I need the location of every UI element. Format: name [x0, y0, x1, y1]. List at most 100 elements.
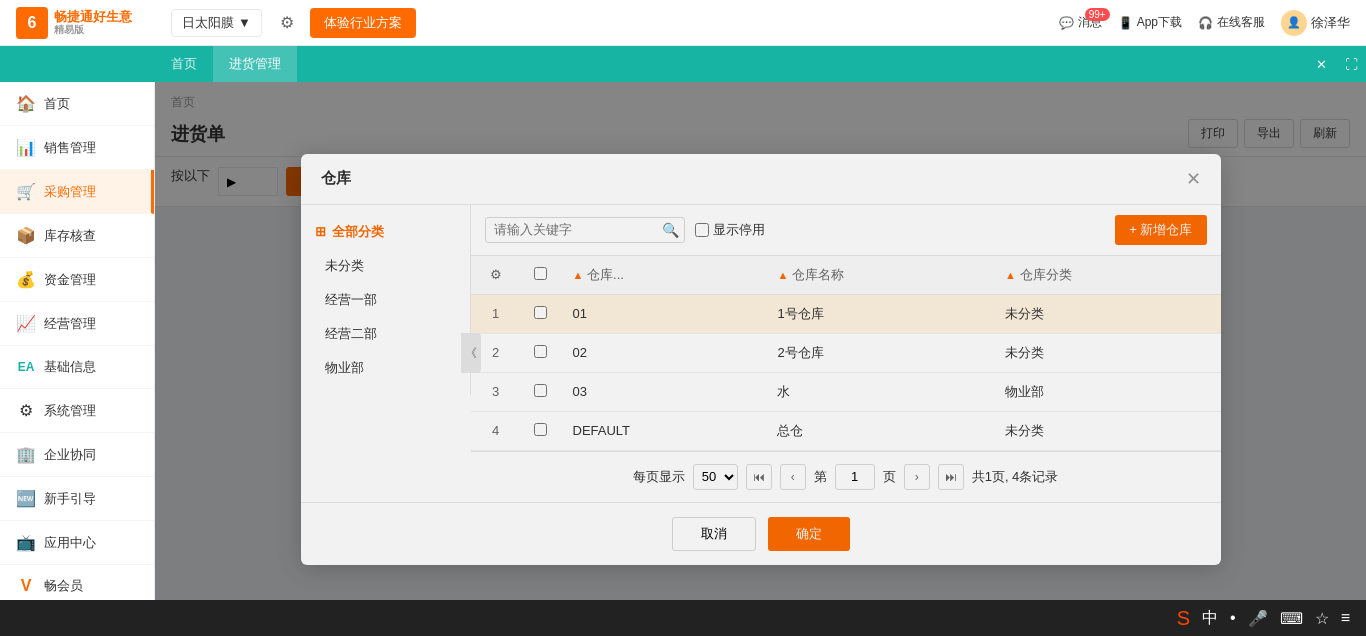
brand-sub: 精易版 [54, 24, 132, 36]
row-name: 1号仓库 [765, 294, 993, 333]
trial-btn[interactable]: 体验行业方案 [310, 8, 416, 38]
sort-icon-category: ▲ [1005, 269, 1016, 281]
row-name: 水 [765, 372, 993, 411]
bottom-logo-icon: S [1177, 607, 1190, 630]
row-category: 未分类 [993, 411, 1221, 450]
bottom-star-icon[interactable]: ☆ [1315, 609, 1329, 628]
sidebar-item-sales[interactable]: 📊 销售管理 [0, 126, 154, 170]
row-category: 物业部 [993, 372, 1221, 411]
avatar: 👤 [1281, 10, 1307, 36]
sidebar-item-purchase[interactable]: 🛒 采购管理 [0, 170, 154, 214]
sidebar-item-home[interactable]: 🏠 首页 [0, 82, 154, 126]
category-header: ⊞ 全部分类 [301, 215, 470, 249]
sidebar-item-inventory[interactable]: 📦 库存核查 [0, 214, 154, 258]
warehouse-table: ⚙ ▲ 仓库... ▲ 仓库名称 [471, 256, 1221, 451]
bottom-icon-1[interactable]: 中 [1202, 608, 1218, 629]
row-checkbox [521, 411, 561, 450]
page-size-select[interactable]: 50 [693, 464, 738, 490]
apps-icon: 📺 [16, 533, 36, 552]
col-settings[interactable]: ⚙ [471, 256, 521, 295]
row-category: 未分类 [993, 333, 1221, 372]
main-layout: 🏠 首页 📊 销售管理 🛒 采购管理 📦 库存核查 💰 资金管理 📈 经营管理 … [0, 82, 1366, 636]
row-select-checkbox[interactable] [534, 423, 547, 436]
bottom-icon-2[interactable]: • [1230, 609, 1236, 627]
collapse-sidebar-btn[interactable]: 《 [461, 333, 481, 373]
nav-close-icon[interactable]: ✕ [1306, 57, 1337, 72]
row-num: 3 [471, 372, 521, 411]
tab-purchase[interactable]: 进货管理 [213, 46, 297, 82]
headset-icon: 🎧 [1198, 16, 1213, 30]
show-disabled-label[interactable]: 显示停用 [695, 221, 765, 239]
category-item-unclassified[interactable]: 未分类 [301, 249, 470, 283]
table-row[interactable]: 4 DEFAULT 总仓 未分类 [471, 411, 1221, 450]
sidebar-item-basic-info[interactable]: EA 基础信息 [0, 346, 154, 389]
show-disabled-checkbox[interactable] [695, 223, 709, 237]
sidebar-item-operations[interactable]: 📈 经营管理 [0, 302, 154, 346]
confirm-btn[interactable]: 确定 [768, 517, 850, 551]
table-body: 1 01 1号仓库 未分类 2 02 [471, 294, 1221, 450]
select-all-checkbox[interactable] [534, 267, 547, 280]
prev-page-btn[interactable]: ‹ [780, 464, 806, 490]
service-btn[interactable]: 🎧 在线客服 [1198, 14, 1265, 31]
header-right: 💬 消息 99+ 📱 App下载 🎧 在线客服 👤 徐泽华 [1059, 10, 1350, 36]
col-code[interactable]: ▲ 仓库... [561, 256, 766, 295]
app-download-btn[interactable]: 📱 App下载 [1118, 14, 1182, 31]
table-area: 🔍 显示停用 + 新增仓库 [471, 205, 1221, 502]
modal-close-icon[interactable]: ✕ [1186, 168, 1201, 190]
table-row[interactable]: 2 02 2号仓库 未分类 [471, 333, 1221, 372]
table-toolbar: 🔍 显示停用 + 新增仓库 [471, 205, 1221, 256]
row-select-checkbox[interactable] [534, 384, 547, 397]
bottom-keyboard-icon[interactable]: ⌨ [1280, 609, 1303, 628]
sidebar-item-system[interactable]: ⚙ 系统管理 [0, 389, 154, 433]
row-code: 01 [561, 294, 766, 333]
row-select-checkbox[interactable] [534, 345, 547, 358]
message-btn[interactable]: 💬 消息 99+ [1059, 14, 1102, 31]
sidebar-item-apps[interactable]: 📺 应用中心 [0, 521, 154, 565]
guide-icon: 🆕 [16, 489, 36, 508]
tab-home[interactable]: 首页 [155, 46, 213, 82]
message-icon: 💬 [1059, 16, 1074, 30]
user-menu[interactable]: 👤 徐泽华 [1281, 10, 1350, 36]
next-page-btn[interactable]: › [904, 464, 930, 490]
table-row[interactable]: 1 01 1号仓库 未分类 [471, 294, 1221, 333]
row-checkbox [521, 294, 561, 333]
category-sidebar-wrapper: ⊞ 全部分类 未分类 经营一部 经营二部 物业部 《 [301, 205, 471, 502]
store-selector[interactable]: 日太阳膜 ▼ [171, 9, 262, 37]
secondary-nav: 首页 进货管理 ✕ ⛶ [0, 46, 1366, 82]
row-category: 未分类 [993, 294, 1221, 333]
last-page-btn[interactable]: ⏭ [938, 464, 964, 490]
row-name: 总仓 [765, 411, 993, 450]
row-select-checkbox[interactable] [534, 306, 547, 319]
search-box: 🔍 [485, 217, 685, 243]
settings-icon[interactable]: ⚙ [272, 8, 302, 38]
page-number-input[interactable] [835, 464, 875, 490]
warehouse-modal: 仓库 ✕ ⊞ 全部分类 未分类 经营一部 经营 [301, 154, 1221, 565]
category-item-dept2[interactable]: 经营二部 [301, 317, 470, 351]
add-warehouse-btn[interactable]: + 新增仓库 [1115, 215, 1206, 245]
col-category[interactable]: ▲ 仓库分类 [993, 256, 1221, 295]
nav-expand-icon[interactable]: ⛶ [1337, 57, 1366, 72]
category-item-dept1[interactable]: 经营一部 [301, 283, 470, 317]
table-row[interactable]: 3 03 水 物业部 [471, 372, 1221, 411]
content-area: 首页 进货单 打印 导出 刷新 按以下 ▶ 查询 设置 [155, 82, 1366, 636]
data-table: ⚙ ▲ 仓库... ▲ 仓库名称 [471, 256, 1221, 451]
sidebar-item-finance[interactable]: 💰 资金管理 [0, 258, 154, 302]
sidebar-item-enterprise[interactable]: 🏢 企业协同 [0, 433, 154, 477]
grid-icon: ⊞ [315, 224, 326, 239]
bottom-bar: S 中 • 🎤 ⌨ ☆ ≡ [0, 600, 1366, 636]
search-input[interactable] [494, 222, 662, 237]
category-item-property[interactable]: 物业部 [301, 351, 470, 385]
category-sidebar: ⊞ 全部分类 未分类 经营一部 经营二部 物业部 [301, 205, 471, 395]
cancel-btn[interactable]: 取消 [672, 517, 756, 551]
col-name[interactable]: ▲ 仓库名称 [765, 256, 993, 295]
sidebar-item-guide[interactable]: 🆕 新手引导 [0, 477, 154, 521]
modal-overlay: 仓库 ✕ ⊞ 全部分类 未分类 经营一部 经营 [155, 82, 1366, 636]
table-head: ⚙ ▲ 仓库... ▲ 仓库名称 [471, 256, 1221, 295]
bottom-menu-icon[interactable]: ≡ [1341, 609, 1350, 627]
first-page-btn[interactable]: ⏮ [746, 464, 772, 490]
search-icon: 🔍 [662, 222, 679, 238]
bottom-mic-icon[interactable]: 🎤 [1248, 609, 1268, 628]
modal-body: ⊞ 全部分类 未分类 经营一部 经营二部 物业部 《 [301, 205, 1221, 502]
pagination: 每页显示 50 ⏮ ‹ 第 页 › ⏭ 共1页, 4条记录 [471, 451, 1221, 502]
top-header: 6 畅捷通好生意 精易版 日太阳膜 ▼ ⚙ 体验行业方案 💬 消息 99+ 📱 … [0, 0, 1366, 46]
